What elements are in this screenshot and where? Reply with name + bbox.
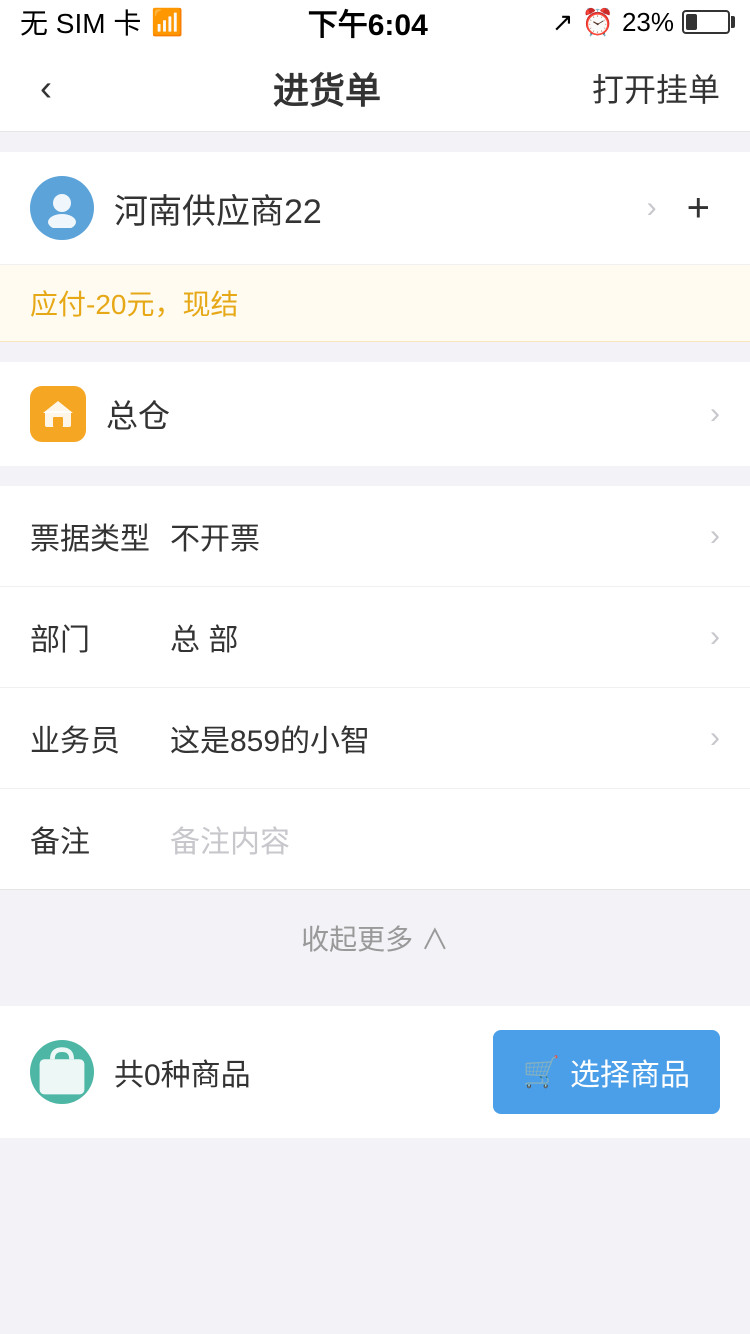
select-label: 选择商品 — [570, 1050, 690, 1094]
remark-row[interactable]: 备注 备注内容 — [0, 789, 750, 889]
invoice-value: 不开票 — [170, 514, 710, 558]
section-gap-1 — [0, 132, 750, 152]
warehouse-row[interactable]: 总仓 › — [0, 362, 750, 466]
department-value: 总 部 — [170, 615, 710, 659]
invoice-row[interactable]: 票据类型 不开票 › — [0, 486, 750, 587]
warehouse-name: 总仓 — [106, 391, 710, 437]
form-section: 票据类型 不开票 › 部门 总 部 › 业务员 这是859的小智 › 备注 备注… — [0, 486, 750, 889]
salesman-label: 业务员 — [30, 716, 170, 760]
status-right: ↗ ⏰ 23% — [552, 7, 730, 38]
collapse-button[interactable]: 收起更多 ∧ — [301, 924, 449, 955]
nav-bar: ‹ 进货单 打开挂单 — [0, 44, 750, 132]
warehouse-chevron-icon: › — [710, 397, 720, 431]
supplier-avatar — [30, 176, 94, 240]
product-count: 共0种商品 — [114, 1050, 493, 1094]
select-product-button[interactable]: 🛒 选择商品 — [493, 1030, 720, 1114]
supplier-chevron-icon: › — [647, 191, 657, 225]
alarm-icon: ⏰ — [582, 7, 614, 38]
department-row[interactable]: 部门 总 部 › — [0, 587, 750, 688]
warehouse-svg-icon — [41, 397, 75, 431]
warehouse-section[interactable]: 总仓 › — [0, 362, 750, 466]
section-gap-3 — [0, 466, 750, 486]
battery-icon — [682, 10, 730, 34]
add-button[interactable]: + — [677, 186, 720, 231]
alert-text: 应付-20元，现结 — [30, 289, 238, 320]
supplier-row[interactable]: 河南供应商22 › + — [0, 152, 750, 265]
status-left: 无 SIM 卡 📶 — [20, 2, 184, 42]
location-icon: ↗ — [552, 7, 574, 38]
invoice-label: 票据类型 — [30, 514, 170, 558]
warehouse-icon — [30, 386, 86, 442]
product-section: 共0种商品 🛒 选择商品 — [0, 1006, 750, 1138]
section-gap-2 — [0, 342, 750, 362]
supplier-name: 河南供应商22 — [114, 184, 647, 233]
supplier-avatar-icon — [42, 188, 82, 228]
carrier-label: 无 SIM 卡 — [20, 2, 141, 42]
product-svg-icon — [30, 1040, 94, 1104]
salesman-value: 这是859的小智 — [170, 716, 710, 760]
alert-row: 应付-20元，现结 — [0, 265, 750, 342]
wifi-icon: 📶 — [151, 7, 183, 38]
open-pending-button[interactable]: 打开挂单 — [592, 65, 720, 111]
status-time: 下午6:04 — [308, 0, 428, 44]
invoice-chevron-icon: › — [710, 519, 720, 553]
salesman-row[interactable]: 业务员 这是859的小智 › — [0, 688, 750, 789]
product-icon — [30, 1040, 94, 1104]
select-icon: 🛒 — [523, 1055, 560, 1090]
remark-input[interactable]: 备注内容 — [170, 817, 720, 861]
supplier-section: 河南供应商22 › + 应付-20元，现结 — [0, 152, 750, 342]
salesman-chevron-icon: › — [710, 721, 720, 755]
page-title: 进货单 — [273, 62, 381, 114]
remark-label: 备注 — [30, 817, 170, 861]
collapse-row[interactable]: 收起更多 ∧ — [0, 889, 750, 986]
department-label: 部门 — [30, 615, 170, 659]
status-bar: 无 SIM 卡 📶 下午6:04 ↗ ⏰ 23% — [0, 0, 750, 44]
back-button[interactable]: ‹ — [30, 57, 62, 119]
battery-percentage: 23% — [622, 7, 674, 38]
department-chevron-icon: › — [710, 620, 720, 654]
